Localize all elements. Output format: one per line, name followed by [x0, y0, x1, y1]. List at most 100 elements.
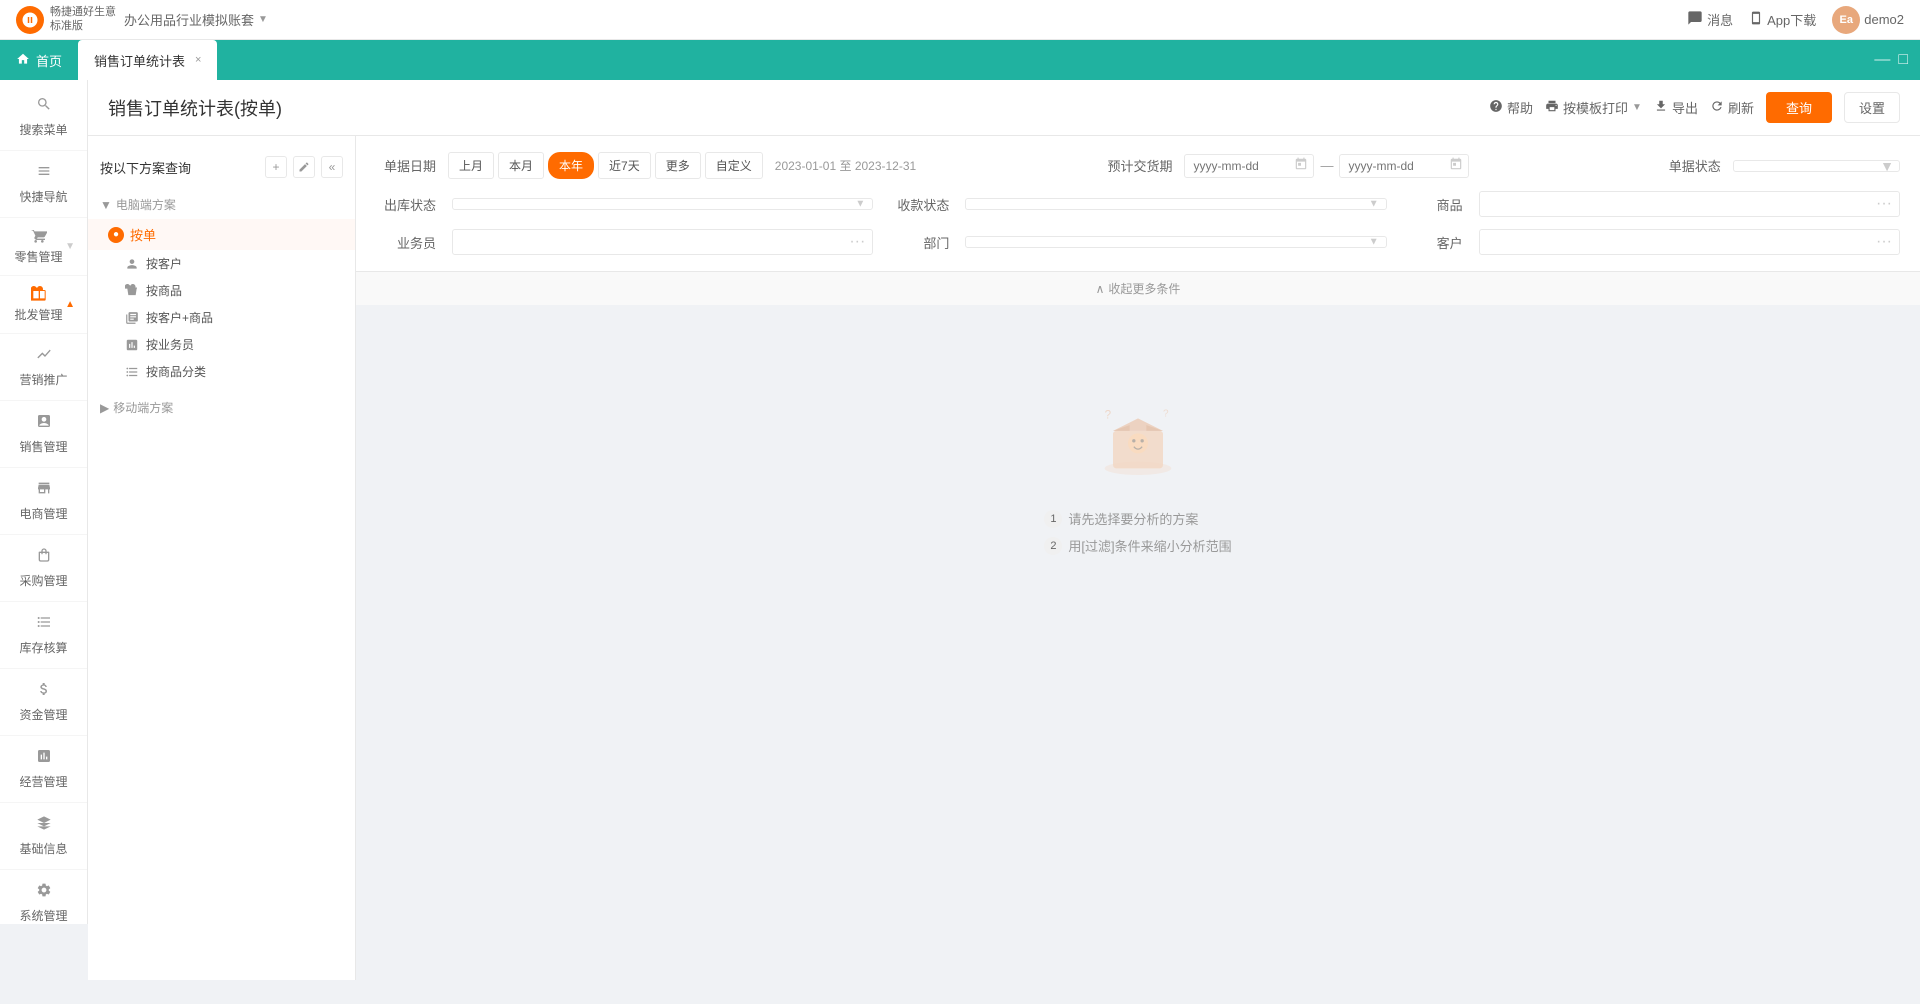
- out-stock-label: 出库状态: [376, 195, 436, 214]
- refresh-btn[interactable]: 刷新: [1710, 98, 1754, 117]
- status-select-wrap: ▼: [1733, 160, 1900, 172]
- sales-icon: [8, 413, 79, 434]
- sidebar-item-marketing[interactable]: 营销推广: [0, 334, 87, 401]
- sidebar-nav: 搜索菜单 快捷导航 零售管理 ▼ 批发管理 ▲: [0, 80, 87, 924]
- edit-scheme-btn[interactable]: [293, 156, 315, 178]
- template-print-btn[interactable]: 按模板打印 ▼: [1545, 98, 1642, 117]
- retail-expand-icon: ▼: [65, 241, 75, 252]
- out-stock-select[interactable]: [452, 198, 873, 210]
- date-btn-this-year[interactable]: 本年: [548, 152, 594, 179]
- empty-tip-1: 1 请先选择要分析的方案: [1044, 509, 1231, 528]
- status-select[interactable]: [1733, 160, 1900, 172]
- message-btn[interactable]: 消息: [1687, 10, 1733, 29]
- tree-item-by-customer-goods[interactable]: 按客户+商品: [88, 304, 355, 331]
- left-panel-actions: + «: [265, 156, 343, 178]
- query-button[interactable]: 查询: [1766, 92, 1832, 123]
- tab-order-stats[interactable]: 销售订单统计表 ×: [78, 40, 217, 80]
- home-icon: [16, 52, 30, 69]
- settings-button[interactable]: 设置: [1844, 92, 1900, 123]
- tree-item-by-staff[interactable]: 按业务员: [88, 331, 355, 358]
- sidebar-item-ecommerce[interactable]: 电商管理: [0, 468, 87, 535]
- goods-dots-icon[interactable]: ···: [1876, 195, 1892, 213]
- basic-icon: [8, 815, 79, 836]
- date-range-text: 2023-01-01 至 2023-12-31: [775, 157, 916, 174]
- system-icon: [8, 882, 79, 903]
- help-btn[interactable]: 帮助: [1489, 98, 1533, 117]
- goods-label: 商品: [1403, 195, 1463, 214]
- receive-select[interactable]: [965, 198, 1386, 210]
- sidebar-item-search[interactable]: 搜索菜单: [0, 84, 87, 151]
- date-btn-last-month[interactable]: 上月: [448, 152, 494, 179]
- tree-item-by-customer[interactable]: 按客户: [88, 250, 355, 277]
- tab-bar: 首页 销售订单统计表 × — □: [0, 40, 1920, 80]
- app-download-btn[interactable]: App下载: [1749, 10, 1816, 29]
- tab-close-btn[interactable]: ×: [195, 54, 201, 66]
- date-separator: —: [1320, 158, 1333, 173]
- calendar-start-icon[interactable]: [1294, 157, 1308, 174]
- user-area[interactable]: Ea demo2: [1832, 6, 1904, 34]
- date-btn-7days[interactable]: 近7天: [598, 152, 651, 179]
- customer-dots-icon[interactable]: ···: [1876, 233, 1892, 251]
- dept-label: 部门: [889, 233, 949, 252]
- page-body: 按以下方案查询 + « ▼ 电脑端方案: [88, 136, 1920, 980]
- receive-label: 收款状态: [889, 195, 949, 214]
- breadcrumb-dropdown-icon: ▼: [258, 14, 268, 25]
- tab-maximize-btn[interactable]: □: [1898, 51, 1908, 69]
- template-print-dropdown-icon: ▼: [1632, 102, 1642, 113]
- tab-home[interactable]: 首页: [0, 40, 78, 80]
- calendar-end-icon[interactable]: [1449, 157, 1463, 174]
- sidebar-item-sales[interactable]: 销售管理: [0, 401, 87, 468]
- page-wrapper: 销售订单统计表(按单) 帮助 按模板打印 ▼: [88, 80, 1920, 980]
- ecommerce-icon: [8, 480, 79, 501]
- top-bar: 畅捷通好生意 标准版 办公用品行业模拟账套 ▼ 消息 App下载 Ea demo…: [0, 0, 1920, 40]
- out-stock-select-wrap: ▼: [452, 198, 873, 210]
- quick-nav-icon: [8, 163, 79, 184]
- mobile-icon: [1749, 10, 1763, 29]
- collapse-panel-btn[interactable]: «: [321, 156, 343, 178]
- sidebar-item-system[interactable]: 系统管理: [0, 870, 87, 924]
- breadcrumb[interactable]: 办公用品行业模拟账套 ▼: [124, 10, 268, 29]
- dept-select-wrap: ▼: [965, 236, 1386, 248]
- purchase-icon: [8, 547, 79, 568]
- sidebar-item-operation[interactable]: 经营管理: [0, 736, 87, 803]
- export-btn[interactable]: 导出: [1654, 98, 1698, 117]
- tree-section-desktop-title[interactable]: ▼ 电脑端方案: [88, 190, 355, 219]
- page-header: 销售订单统计表(按单) 帮助 按模板打印 ▼: [88, 80, 1920, 136]
- goods-input-wrap: ···: [1479, 191, 1900, 217]
- tree-item-by-goods[interactable]: 按商品: [88, 277, 355, 304]
- sidebar-item-quick-nav[interactable]: 快捷导航: [0, 151, 87, 218]
- add-scheme-btn[interactable]: +: [265, 156, 287, 178]
- status-label: 单据状态: [1661, 156, 1721, 175]
- category-icon: [124, 364, 140, 380]
- sidebar-item-retail[interactable]: 零售管理 ▼: [0, 218, 87, 276]
- receive-select-wrap: ▼: [965, 198, 1386, 210]
- sidebar-item-basic[interactable]: 基础信息: [0, 803, 87, 870]
- svg-text:?: ?: [1105, 408, 1112, 421]
- tree-section-mobile-title[interactable]: ▶ 移动端方案: [88, 393, 355, 422]
- wholesale-expand-icon: ▲: [65, 299, 75, 310]
- customer-input[interactable]: [1479, 229, 1900, 255]
- staff-input[interactable]: [452, 229, 873, 255]
- status-expand-icon: ▼: [1880, 158, 1894, 174]
- collapse-bar[interactable]: ∧ 收起更多条件: [356, 272, 1920, 305]
- date-btn-this-month[interactable]: 本月: [498, 152, 544, 179]
- left-panel-title: 按以下方案查询: [100, 158, 191, 177]
- sidebar-item-inventory[interactable]: 库存核算: [0, 602, 87, 669]
- tree-item-by-order[interactable]: ● 按单: [88, 219, 355, 250]
- sidebar-item-finance[interactable]: 资金管理: [0, 669, 87, 736]
- expected-date-label: 预计交货期: [1107, 156, 1172, 175]
- dept-select[interactable]: [965, 236, 1386, 248]
- sidebar-item-wholesale[interactable]: 批发管理 ▲: [0, 276, 87, 334]
- mobile-expand-icon: ▶: [100, 401, 109, 415]
- sidebar-item-purchase[interactable]: 采购管理: [0, 535, 87, 602]
- tree-item-by-category[interactable]: 按商品分类: [88, 358, 355, 385]
- customer-input-wrap: ···: [1479, 229, 1900, 255]
- date-btn-custom[interactable]: 自定义: [705, 152, 763, 179]
- goods-input[interactable]: [1479, 191, 1900, 217]
- staff-dots-icon[interactable]: ···: [849, 233, 865, 251]
- expected-date-inputs: —: [1184, 154, 1469, 178]
- export-icon: [1654, 99, 1668, 116]
- tab-minimize-btn[interactable]: —: [1874, 51, 1890, 69]
- tab-actions: — □: [1874, 51, 1920, 69]
- date-btn-more[interactable]: 更多: [655, 152, 701, 179]
